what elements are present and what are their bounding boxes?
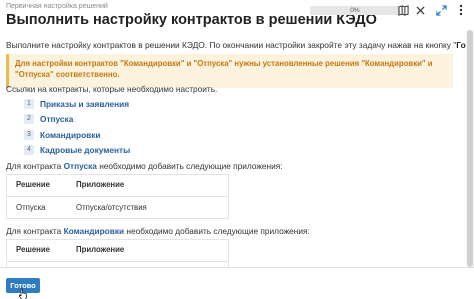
col-app-header: Приложение: [66, 239, 229, 262]
warning-callout: Для настройки контрактов "Командировки" …: [6, 54, 453, 88]
section1-link[interactable]: Отпуска: [64, 161, 97, 171]
task-content: Выполните настройку контрактов в решении…: [0, 30, 466, 267]
intro-done-word: Готово: [456, 40, 466, 50]
section2-suffix: необходимо добавить следующие приложения…: [124, 226, 310, 236]
number-badge: 1: [24, 98, 34, 109]
section1-suffix: необходимо добавить следующие приложения…: [96, 161, 283, 171]
content-scrollbar[interactable]: [466, 30, 474, 267]
contract-links-list: 1 Приказы и заявления 2 Отпуска 3 Команд…: [24, 96, 130, 158]
table-row: Отпуска Отпуска/отсутствия: [6, 196, 229, 218]
section2-table: Решение Приложение: [6, 239, 229, 262]
breadcrumb[interactable]: Первичная настройка решений: [6, 3, 108, 10]
section1-table: Решение Приложение Отпуска Отпуска/отсут…: [6, 174, 229, 218]
contract-link[interactable]: Кадровые документы: [40, 145, 130, 155]
col-solution-header: Решение: [6, 239, 66, 262]
task-header: Первичная настройка решений Выполнить на…: [0, 0, 474, 30]
more-icon[interactable]: [454, 3, 468, 17]
progress-bar: 0%: [310, 6, 400, 15]
number-badge: 4: [24, 145, 34, 156]
cell-solution: Отпуска: [16, 202, 46, 212]
expand-icon[interactable]: [434, 3, 448, 17]
intro-text-start: Выполните настройку контрактов в решении…: [6, 40, 457, 50]
contract-link[interactable]: Отпуска: [40, 114, 73, 124]
number-badge: 2: [24, 114, 34, 125]
scrollbar-thumb[interactable]: [467, 30, 473, 267]
contract-link-item[interactable]: 2 Отпуска: [24, 112, 130, 128]
table-header-row: Решение Приложение: [6, 174, 229, 197]
section2-link[interactable]: Командировки: [64, 226, 125, 236]
section1-sentence: Для контракта Отпуска необходимо добавит…: [6, 161, 283, 171]
section2-sentence: Для контракта Командировки необходимо до…: [6, 226, 310, 236]
col-app-header: Приложение: [66, 174, 229, 197]
intro-text: Выполните настройку контрактов в решении…: [6, 40, 466, 50]
hand-cursor-icon: [19, 288, 27, 299]
contract-link-item[interactable]: 1 Приказы и заявления: [24, 96, 130, 112]
close-icon[interactable]: [413, 3, 427, 17]
contract-link-item[interactable]: 3 Командировки: [24, 127, 130, 143]
section1-prefix: Для контракта: [6, 161, 64, 171]
contract-link[interactable]: Приказы и заявления: [40, 99, 129, 109]
number-badge: 3: [24, 129, 34, 140]
contract-link[interactable]: Командировки: [40, 130, 101, 140]
map-icon[interactable]: [396, 3, 410, 17]
section2-prefix: Для контракта: [6, 226, 64, 236]
links-intro: Ссылки на контракты, которые необходимо …: [6, 84, 218, 94]
cell-app: Отпуска/отсутствия: [76, 202, 147, 212]
contract-link-item[interactable]: 4 Кадровые документы: [24, 143, 130, 159]
progress-text: 0%: [350, 7, 360, 14]
warning-text: Для настройки контрактов "Командировки" …: [15, 59, 433, 79]
table-header-row: Решение Приложение: [6, 239, 229, 262]
task-footer: Готово: [0, 267, 474, 299]
col-solution-header: Решение: [6, 174, 66, 197]
